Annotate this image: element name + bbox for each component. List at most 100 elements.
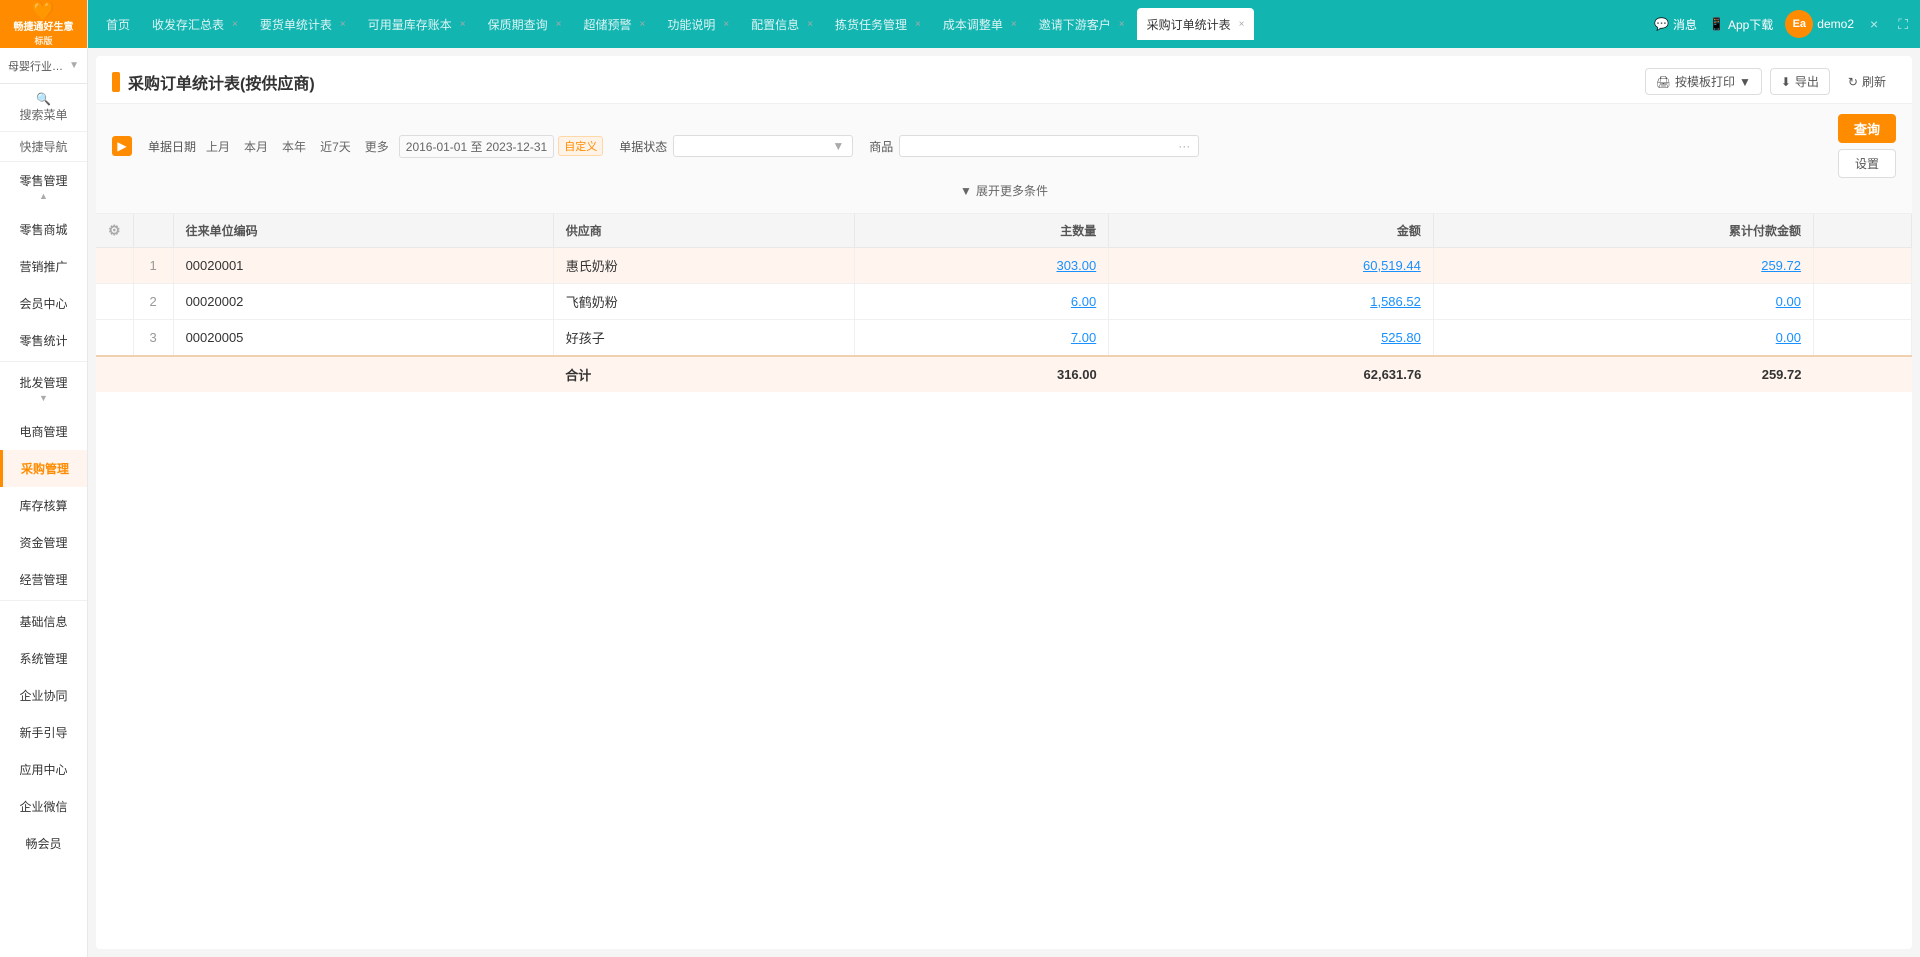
tab-config-info-close[interactable]: ×	[807, 19, 813, 30]
member-center-label: 会员中心	[19, 295, 67, 312]
date-more[interactable]: 更多	[361, 136, 393, 157]
window-close-btn[interactable]: ×	[1866, 16, 1882, 32]
filter-expand-icon[interactable]: ▶	[112, 136, 132, 156]
row-extra-0	[1813, 248, 1911, 284]
tab-available-inv[interactable]: 可用量库存账本 ×	[358, 8, 476, 40]
tab-func-desc[interactable]: 功能说明 ×	[657, 8, 739, 40]
row-cumulative-payment-2[interactable]: 0.00	[1433, 320, 1813, 357]
col-settings[interactable]: ⚙	[96, 214, 133, 248]
sidebar-item-ops-mgmt[interactable]: 经营管理	[0, 561, 87, 598]
message-btn[interactable]: 💬 消息	[1654, 16, 1697, 33]
window-maximize-btn[interactable]: ⛶	[1894, 16, 1912, 33]
row-main-qty-1[interactable]: 6.00	[855, 284, 1109, 320]
sidebar-item-basic-info[interactable]: 基础信息	[0, 603, 87, 640]
row-amount-1[interactable]: 1,586.52	[1109, 284, 1434, 320]
tab-home[interactable]: 首页	[96, 8, 140, 40]
tab-collect-pay-label: 收发存汇总表	[152, 16, 224, 33]
tab-invite-downstream-close[interactable]: ×	[1119, 19, 1125, 30]
app-download-btn[interactable]: 📱 App下载	[1709, 16, 1773, 33]
row-supplier-name-2: 好孩子	[553, 320, 855, 357]
sidebar-item-marketing[interactable]: 营销推广	[0, 248, 87, 285]
search-label: 搜索菜单	[6, 106, 81, 123]
retail-shop-label: 零售商城	[19, 221, 67, 238]
row-supplier-code-1: 00020002	[173, 284, 553, 320]
sidebar-item-enterprise-wechat[interactable]: 企业微信	[0, 788, 87, 825]
sidebar-item-wholesale-mgmt[interactable]: 批发管理 ▼	[0, 364, 87, 413]
app-subtitle: 标版	[14, 34, 74, 47]
tab-overstock-alert[interactable]: 超储预警 ×	[573, 8, 655, 40]
export-btn[interactable]: ⬇ 导出	[1770, 68, 1830, 95]
row-cumulative-payment-0[interactable]: 259.72	[1433, 248, 1813, 284]
sidebar-item-retail-shop[interactable]: 零售商城	[0, 211, 87, 248]
settings-btn[interactable]: 设置	[1838, 149, 1896, 178]
sidebar-item-inventory-check[interactable]: 库存核算	[0, 487, 87, 524]
tab-purchase-order-stats-close[interactable]: ×	[1239, 19, 1245, 30]
date-this-year[interactable]: 本年	[278, 136, 310, 157]
col-supplier-name: 供应商	[553, 214, 855, 248]
row-settings-1	[96, 284, 133, 320]
status-select[interactable]: ▼	[673, 135, 853, 157]
date-prev-month[interactable]: 上月	[202, 136, 234, 157]
tab-shelf-life[interactable]: 保质期查询 ×	[478, 8, 572, 40]
wholesale-arrow: ▼	[39, 393, 48, 403]
col-extra	[1813, 214, 1911, 248]
sidebar-item-new-guide[interactable]: 新手引导	[0, 714, 87, 751]
sidebar-item-capital-mgmt[interactable]: 资金管理	[0, 524, 87, 561]
tab-goods-stats-close[interactable]: ×	[340, 19, 346, 30]
sidebar-item-member-center[interactable]: 会员中心	[0, 285, 87, 322]
account-selector[interactable]: 母婴行业演示账套 ▼	[0, 48, 87, 84]
sidebar-item-member[interactable]: 畅会员	[0, 825, 87, 862]
capital-label: 资金管理	[19, 534, 67, 551]
sidebar-search[interactable]: 🔍 搜索菜单	[0, 84, 87, 132]
tab-shelf-life-close[interactable]: ×	[556, 19, 562, 30]
row-amount-2[interactable]: 525.80	[1109, 320, 1434, 357]
row-main-qty-2[interactable]: 7.00	[855, 320, 1109, 357]
date-7days[interactable]: 近7天	[316, 136, 355, 157]
sidebar-item-enterprise-collab[interactable]: 企业协同	[0, 677, 87, 714]
avatar: Ea	[1785, 10, 1813, 38]
sidebar-item-retail-mgmt[interactable]: 零售管理 ▲	[0, 162, 87, 211]
sidebar-item-ecommerce-mgmt[interactable]: 电商管理	[0, 413, 87, 450]
tab-cost-adjust-close[interactable]: ×	[1011, 19, 1017, 30]
filter-toggle[interactable]: ▶	[112, 136, 132, 156]
sidebar-item-sys-mgmt[interactable]: 系统管理	[0, 640, 87, 677]
content-area: 采购订单统计表(按供应商) 🖨 按模板打印 ▼ ⬇ 导出 ↻ 刷新	[96, 56, 1912, 949]
date-this-month[interactable]: 本月	[240, 136, 272, 157]
tab-stock-task-label: 拣货任务管理	[835, 16, 907, 33]
tab-stock-task[interactable]: 拣货任务管理 ×	[825, 8, 931, 40]
date-range-input[interactable]: 2016-01-01 至 2023-12-31	[399, 135, 554, 158]
tab-cost-adjust[interactable]: 成本调整单 ×	[933, 8, 1027, 40]
tab-purchase-order-stats[interactable]: 采购订单统计表 ×	[1137, 8, 1255, 40]
sidebar-item-retail-stats[interactable]: 零售统计	[0, 322, 87, 359]
tab-goods-stats[interactable]: 要货单统计表 ×	[250, 8, 356, 40]
table-settings-icon[interactable]: ⚙	[108, 222, 121, 238]
tab-overstock-alert-close[interactable]: ×	[639, 19, 645, 30]
date-label: 单据日期	[148, 138, 196, 155]
tab-cost-adjust-label: 成本调整单	[943, 16, 1003, 33]
query-btn[interactable]: 查询	[1838, 114, 1896, 143]
logo-icon: 🧡	[14, 1, 74, 22]
tab-func-desc-close[interactable]: ×	[723, 19, 729, 30]
refresh-btn[interactable]: ↻ 刷新	[1838, 69, 1896, 94]
tab-collect-pay-close[interactable]: ×	[232, 19, 238, 30]
divider-2	[0, 600, 87, 601]
export-icon: ⬇	[1781, 75, 1791, 89]
goods-filter: 商品 ···	[869, 135, 1199, 157]
enterprise-collab-label: 企业协同	[19, 687, 67, 704]
row-amount-0[interactable]: 60,519.44	[1109, 248, 1434, 284]
template-print-btn[interactable]: 🖨 按模板打印 ▼	[1645, 68, 1762, 95]
tab-config-info[interactable]: 配置信息 ×	[741, 8, 823, 40]
footer-cumulative-payment: 259.72	[1433, 356, 1813, 392]
sidebar-item-app-center[interactable]: 应用中心	[0, 751, 87, 788]
sidebar-item-purchase-mgmt[interactable]: 采购管理	[0, 450, 87, 487]
tab-invite-downstream[interactable]: 邀请下游客户 ×	[1029, 8, 1135, 40]
expand-more-btn[interactable]: ▼ 展开更多条件	[960, 182, 1048, 199]
row-main-qty-0[interactable]: 303.00	[855, 248, 1109, 284]
goods-input[interactable]: ···	[899, 135, 1199, 157]
sidebar-quick-nav[interactable]: 快捷导航	[0, 132, 87, 162]
tab-stock-task-close[interactable]: ×	[915, 19, 921, 30]
tab-collect-pay[interactable]: 收发存汇总表 ×	[142, 8, 248, 40]
user-profile[interactable]: Ea demo2	[1785, 10, 1854, 38]
tab-available-inv-close[interactable]: ×	[460, 19, 466, 30]
row-cumulative-payment-1[interactable]: 0.00	[1433, 284, 1813, 320]
